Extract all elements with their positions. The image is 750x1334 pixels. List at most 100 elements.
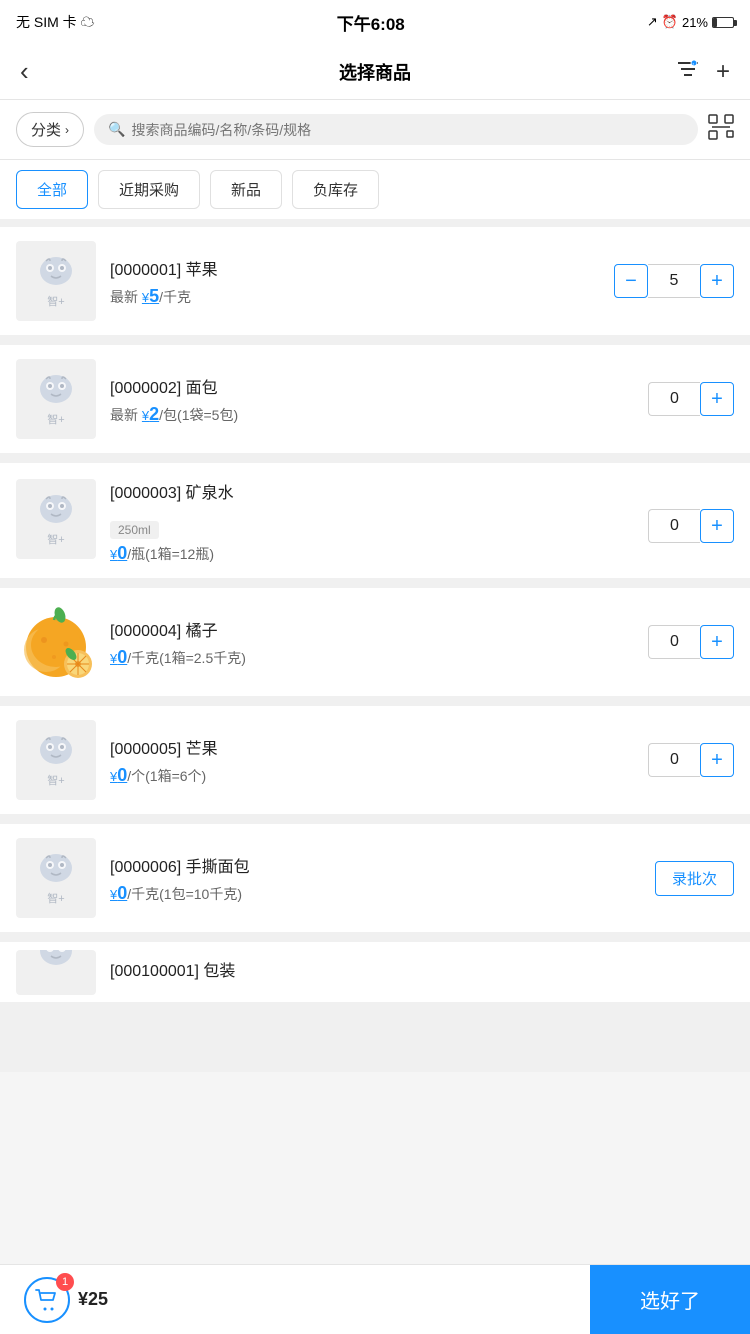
filter-icon[interactable]: ! [676,59,700,85]
quantity-control: 录批次 [655,861,734,896]
orange-illustration [16,602,96,682]
price-value: 0 [117,765,127,785]
price-label-prefix: 最新 [110,289,142,305]
cart-icon [35,1289,59,1311]
alarm-icon: ⏰ [662,14,678,30]
confirm-button[interactable]: 选好了 [590,1265,750,1334]
scan-icon[interactable] [708,114,734,146]
brand-text: 智+ [36,414,76,427]
battery-icon [712,17,734,28]
product-info: [0000006] 手撕面包 ¥0/千克(1包=10千克) [110,853,655,904]
category-label: 分类 [31,119,61,140]
cart-total: ¥25 [78,1289,108,1310]
product-info: [0000003] 矿泉水 250ml ¥0/瓶(1箱=12瓶) [110,479,648,564]
product-name: [0000003] 矿泉水 [110,479,648,503]
separator [0,337,750,345]
list-item: 智+ [0000001] 苹果 最新 ¥5/千克 − + [0,227,750,336]
quantity-control: − + [614,264,734,298]
product-image: 智+ [16,720,96,800]
bottom-spacer [0,1002,750,1072]
price-unit: /瓶(1箱=12瓶) [127,546,214,562]
status-time: 下午6:08 [337,10,405,35]
product-price: ¥0/千克(1箱=2.5千克) [110,647,648,668]
price-value: 0 [117,543,127,563]
product-name: [0000004] 橘子 [110,617,648,641]
product-info: [000100001] 包装 [110,957,734,987]
cart-button[interactable]: 1 [24,1277,70,1323]
product-image: 智+ [16,479,96,559]
nav-right: ! + [676,58,730,86]
product-image [16,950,96,995]
quantity-input[interactable] [648,509,700,543]
quantity-decrease-button[interactable]: − [614,264,648,298]
product-name: [0000002] 面包 [110,374,648,398]
search-input[interactable] [131,122,684,138]
product-placeholder-icon: 智+ [36,371,76,427]
chevron-right-icon: › [65,123,69,137]
product-list: 智+ [0000001] 苹果 最新 ¥5/千克 − + [0,227,750,1072]
product-image: 智+ [16,241,96,321]
status-bar: 无 SIM 卡 ☁ 下午6:08 ↗ ⏰ 21% [0,0,750,44]
price-unit: /个(1箱=6个) [127,768,206,784]
batch-record-button[interactable]: 录批次 [655,861,734,896]
separator [0,698,750,706]
price-value: 0 [117,647,127,667]
quantity-increase-button[interactable]: + [700,382,734,416]
quantity-increase-button[interactable]: + [700,509,734,543]
status-left: 无 SIM 卡 ☁ [16,12,95,32]
product-image [16,602,96,682]
cart-badge: 1 [56,1273,74,1291]
separator [0,580,750,588]
quantity-input[interactable] [648,382,700,416]
brand-text: 智+ [36,534,76,547]
price-value: 5 [149,286,159,306]
add-button[interactable]: + [716,58,730,86]
quantity-input[interactable] [648,264,700,298]
product-price: ¥0/千克(1包=10千克) [110,883,655,904]
back-button[interactable]: ‹ [20,56,29,87]
price-label-prefix: 最新 [110,407,142,423]
brand-text: 智+ [36,775,76,788]
product-placeholder-icon [36,950,76,976]
quantity-input[interactable] [648,625,700,659]
nav-bar: ‹ 选择商品 ! + [0,44,750,100]
product-name: [0000001] 苹果 [110,256,614,280]
svg-text:!: ! [692,61,693,66]
list-item: 智+ [0000002] 面包 最新 ¥2/包(1袋=5包) + [0,345,750,454]
search-bar: 🔍 [94,114,698,145]
list-item: 智+ [0000006] 手撕面包 ¥0/千克(1包=10千克) 录批次 [0,824,750,933]
list-item: 智+ [0000003] 矿泉水 250ml ¥0/瓶(1箱=12瓶) + [0,463,750,579]
product-placeholder-icon: 智+ [36,253,76,309]
filter-bar: 分类 › 🔍 [0,100,750,160]
tab-all[interactable]: 全部 [16,170,88,209]
quantity-input[interactable] [648,743,700,777]
product-image: 智+ [16,359,96,439]
product-name: [000100001] 包装 [110,957,734,981]
quantity-control: + [648,625,734,659]
quantity-increase-button[interactable]: + [700,625,734,659]
nav-left: ‹ [20,56,29,87]
quantity-increase-button[interactable]: + [700,264,734,298]
product-price: 最新 ¥5/千克 [110,286,614,307]
brand-text: 智+ [36,296,76,309]
list-item: [0000004] 橘子 ¥0/千克(1箱=2.5千克) + [0,588,750,697]
tab-negative-stock[interactable]: 负库存 [292,170,379,209]
category-button[interactable]: 分类 › [16,112,84,147]
location-icon: ↗ [647,14,658,30]
tab-new-products[interactable]: 新品 [210,170,282,209]
product-spec: 250ml [110,521,159,539]
quantity-control: + [648,743,734,777]
product-price: 最新 ¥2/包(1袋=5包) [110,404,648,425]
quantity-increase-button[interactable]: + [700,743,734,777]
battery-text: 21% [682,15,708,30]
tab-recent-purchase[interactable]: 近期采购 [98,170,200,209]
product-price: ¥0/个(1箱=6个) [110,765,648,786]
list-item: [000100001] 包装 [0,942,750,1002]
separator [0,455,750,463]
status-right: ↗ ⏰ 21% [647,14,734,30]
product-placeholder-icon: 智+ [36,491,76,547]
brand-text: 智+ [36,893,76,906]
separator [0,816,750,824]
price-value: 2 [149,404,159,424]
price-unit: /千克(1包=10千克) [127,886,242,902]
